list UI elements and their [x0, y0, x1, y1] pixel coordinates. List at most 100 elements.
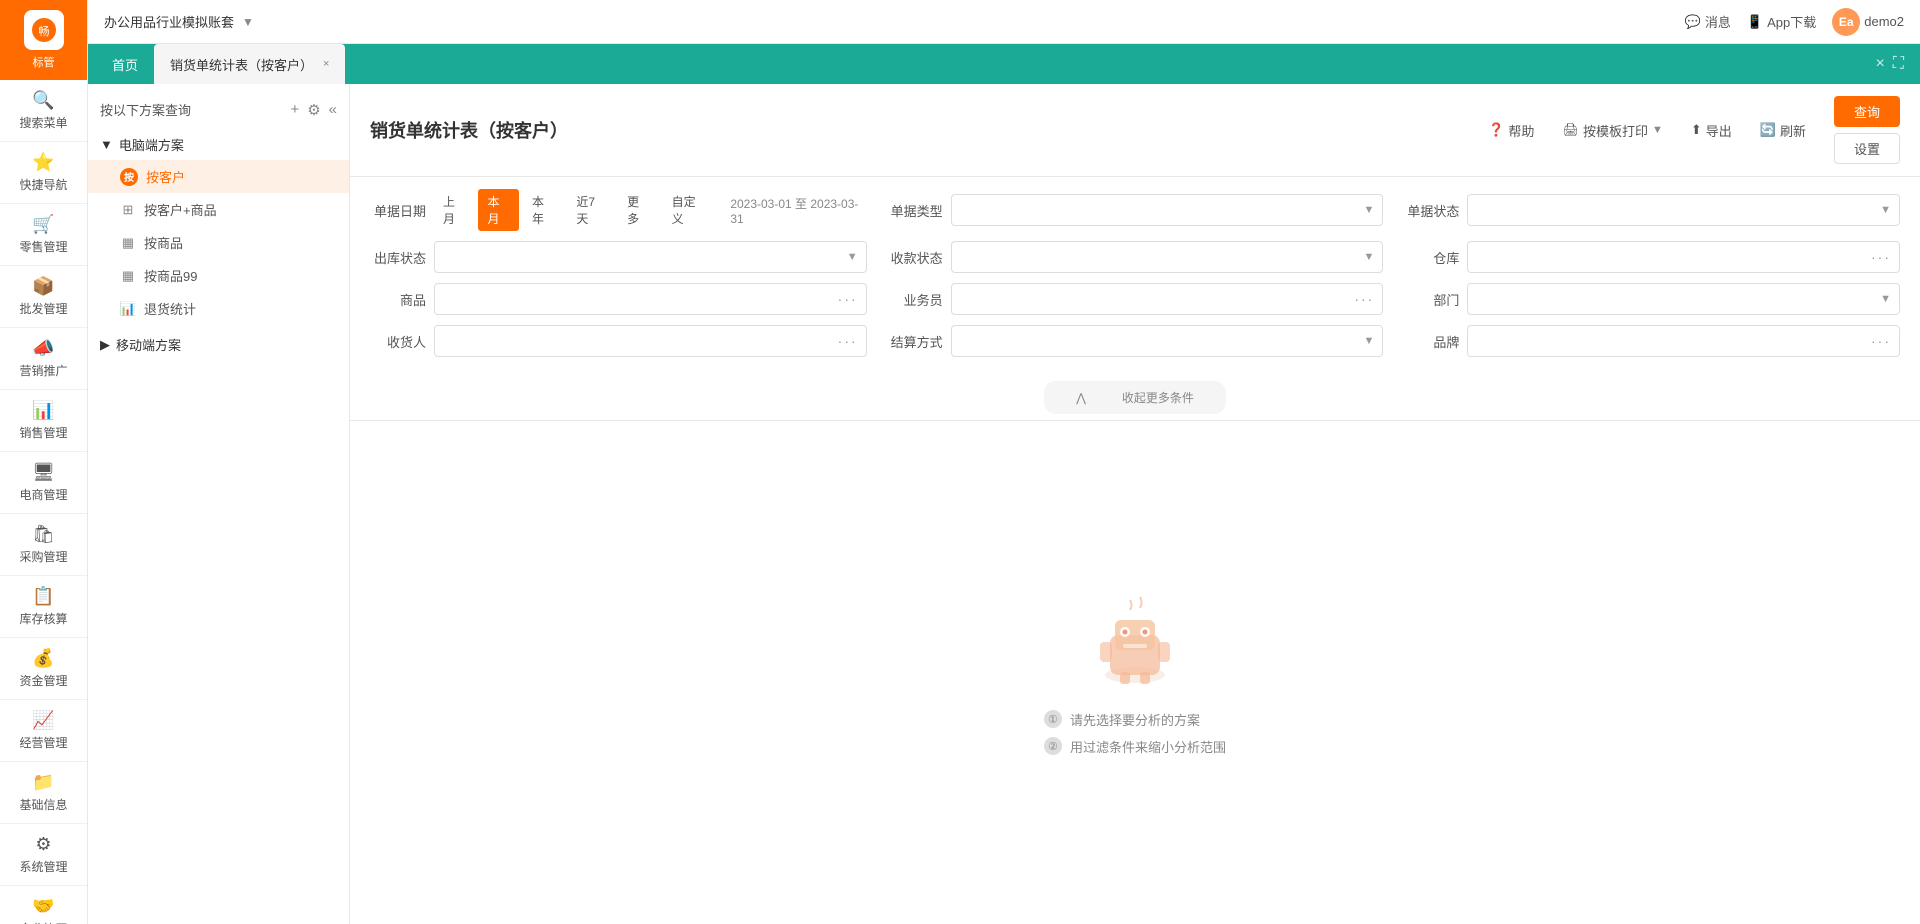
settings-btn[interactable]: 设置 [1834, 133, 1900, 164]
topbar-title: 办公用品行业模拟账套 [104, 12, 234, 31]
print-icon: 🖨 [1562, 122, 1579, 138]
goods-dots: ··· [838, 291, 858, 307]
print-btn[interactable]: 🖨 按模板打印 ▼ [1554, 117, 1670, 144]
left-panel-actions: + ⚙ « [290, 101, 337, 119]
page-title: 销货单统计表（按客户） [370, 117, 568, 143]
scheme-item-customer-goods[interactable]: ⊞ 按客户+商品 [88, 193, 349, 226]
date-tab-more[interactable]: 更多 [618, 189, 658, 231]
doc-status-arrow: ▼ [1880, 204, 1891, 216]
help-btn[interactable]: ❓ 帮助 [1480, 117, 1542, 144]
scheme-item-by-customer[interactable]: 按 按客户 [88, 160, 349, 193]
empty-hint-1: ① 请先选择要分析的方案 [1044, 710, 1226, 729]
scheme-item-by-goods[interactable]: ▦ 按商品 [88, 226, 349, 259]
topbar-dropdown-icon[interactable]: ▼ [242, 15, 254, 29]
desktop-scheme-group: ▼ 电脑端方案 按 按客户 ⊞ 按客户+商品 ▦ 按商品 ▦ 按商品99 [88, 129, 349, 325]
sidebar-icon-marketing: 📣 [32, 338, 54, 359]
scheme-item-return-stats[interactable]: 📊 退货统计 [88, 292, 349, 325]
collect-status-arrow: ▼ [1363, 251, 1374, 263]
tab-sales-stats[interactable]: 销货单统计表（按客户） × [154, 44, 345, 84]
sidebar-label-basic: 基础信息 [19, 796, 67, 813]
filter-date: 单据日期 上月 本月 本年 近7天 更多 自定义 2023-03-01 至 20… [370, 189, 867, 231]
brand-control[interactable]: ··· [1467, 325, 1900, 357]
sidebar-item-ecommerce[interactable]: 🖥电商管理 [0, 452, 87, 514]
export-btn[interactable]: ⬆ 导出 [1683, 117, 1740, 144]
sidebar-item-retail[interactable]: 🛒零售管理 [0, 204, 87, 266]
sidebar-item-marketing[interactable]: 📣营销推广 [0, 328, 87, 390]
sidebar-item-basic[interactable]: 📁基础信息 [0, 762, 87, 824]
sidebar-item-system[interactable]: ⚙系统管理 [0, 824, 87, 886]
topbar-right: 💬 消息 📱 App下载 Ea demo2 [1685, 8, 1904, 36]
tab-home[interactable]: 首页 [96, 44, 154, 84]
doc-type-control[interactable]: ▼ [951, 194, 1384, 226]
date-tab-this-month[interactable]: 本月 [478, 189, 518, 231]
filter-row-3: 商品 ··· 业务员 ··· 部门 [370, 283, 1900, 315]
sidebar-label-system: 系统管理 [19, 858, 67, 875]
goods-label: 商品 [370, 290, 426, 309]
mobile-scheme-group: ▶ 移动端方案 [88, 329, 349, 360]
sidebar-item-sales[interactable]: 📊销售管理 [0, 390, 87, 452]
receiver-label: 收货人 [370, 332, 426, 351]
mobile-group-title[interactable]: ▶ 移动端方案 [88, 329, 349, 360]
sidebar-label-wholesale: 批发管理 [19, 300, 67, 317]
mobile-group-arrow: ▶ [100, 337, 110, 353]
collapse-panel-btn[interactable]: « [329, 101, 337, 119]
salesperson-dots: ··· [1354, 291, 1374, 307]
tab-restore-btn[interactable]: × [1875, 55, 1884, 73]
payment-control[interactable]: ▼ [951, 325, 1384, 357]
collect-status-control[interactable]: ▼ [951, 241, 1384, 273]
sidebar-item-search-menu[interactable]: 🔍搜索菜单 [0, 80, 87, 142]
sidebar-label-inventory: 库存核算 [19, 610, 67, 627]
sidebar-label-search-menu: 搜索菜单 [19, 114, 67, 131]
query-btn[interactable]: 查询 [1834, 96, 1900, 127]
desktop-group-title[interactable]: ▼ 电脑端方案 [88, 129, 349, 160]
print-label: 按模板打印 [1583, 121, 1648, 140]
topbar-left: 办公用品行业模拟账套 ▼ [104, 12, 254, 31]
scheme-item-goods-99[interactable]: ▦ 按商品99 [88, 259, 349, 292]
tab-close-btn[interactable]: × [323, 58, 329, 70]
print-dropdown-arrow[interactable]: ▼ [1652, 124, 1663, 136]
sidebar-item-operation[interactable]: 📈经营管理 [0, 700, 87, 762]
tab-maximize-btn[interactable]: ⛶ [1893, 55, 1904, 73]
goods-control[interactable]: ··· [434, 283, 867, 315]
sidebar-item-wholesale[interactable]: 📦批发管理 [0, 266, 87, 328]
dept-control[interactable]: ▼ [1467, 283, 1900, 315]
salesperson-control[interactable]: ··· [951, 283, 1384, 315]
collapse-bar[interactable]: ⋀ 收起更多条件 [350, 375, 1920, 421]
settings-scheme-btn[interactable]: ⚙ [307, 101, 320, 119]
message-btn[interactable]: 💬 消息 [1685, 12, 1731, 31]
refresh-btn[interactable]: 🔄 刷新 [1752, 117, 1814, 144]
out-status-arrow: ▼ [847, 251, 858, 263]
date-tab-last-7[interactable]: 近7天 [567, 189, 614, 231]
help-icon: ❓ [1488, 122, 1504, 138]
app-logo: 畅 标管 [0, 0, 88, 80]
sidebar-icon-enterprise: 🤝 [32, 896, 54, 917]
warehouse-dots: ··· [1871, 249, 1891, 265]
receiver-control[interactable]: ··· [434, 325, 867, 357]
date-tab-this-year[interactable]: 本年 [523, 189, 563, 231]
out-status-control[interactable]: ▼ [434, 241, 867, 273]
user-menu[interactable]: Ea demo2 [1832, 8, 1904, 36]
warehouse-control[interactable]: ··· [1467, 241, 1900, 273]
sidebar-icon-quick-nav: ⭐ [32, 152, 54, 173]
sidebar-label-operation: 经营管理 [19, 734, 67, 751]
svg-text:畅: 畅 [38, 24, 49, 38]
sidebar-item-quick-nav[interactable]: ⭐快捷导航 [0, 142, 87, 204]
out-status-label: 出库状态 [370, 248, 426, 267]
date-tab-last-month[interactable]: 上月 [434, 189, 474, 231]
username: demo2 [1864, 14, 1904, 29]
doc-status-control[interactable]: ▼ [1467, 194, 1900, 226]
left-panel: 按以下方案查询 + ⚙ « ▼ 电脑端方案 按 按客户 ⊞ 按客 [88, 84, 350, 924]
main-action-btns: 查询 设置 [1834, 96, 1900, 164]
sidebar-item-enterprise[interactable]: 🤝企业协同 [0, 886, 87, 924]
collapse-text: 收起更多条件 [1106, 385, 1210, 410]
content-area: 按以下方案查询 + ⚙ « ▼ 电脑端方案 按 按客户 ⊞ 按客 [88, 84, 1920, 924]
add-scheme-btn[interactable]: + [290, 101, 299, 119]
sidebar-item-inventory[interactable]: 📋库存核算 [0, 576, 87, 638]
app-download-btn[interactable]: 📱 App下载 [1747, 12, 1816, 31]
sidebar-item-purchase[interactable]: 🛍采购管理 [0, 514, 87, 576]
receiver-dots: ··· [838, 333, 858, 349]
filter-doc-type: 单据类型 ▼ [887, 194, 1384, 226]
date-tab-custom[interactable]: 自定义 [663, 189, 715, 231]
sidebar-item-finance[interactable]: 💰资金管理 [0, 638, 87, 700]
doc-status-label: 单据状态 [1403, 201, 1459, 220]
